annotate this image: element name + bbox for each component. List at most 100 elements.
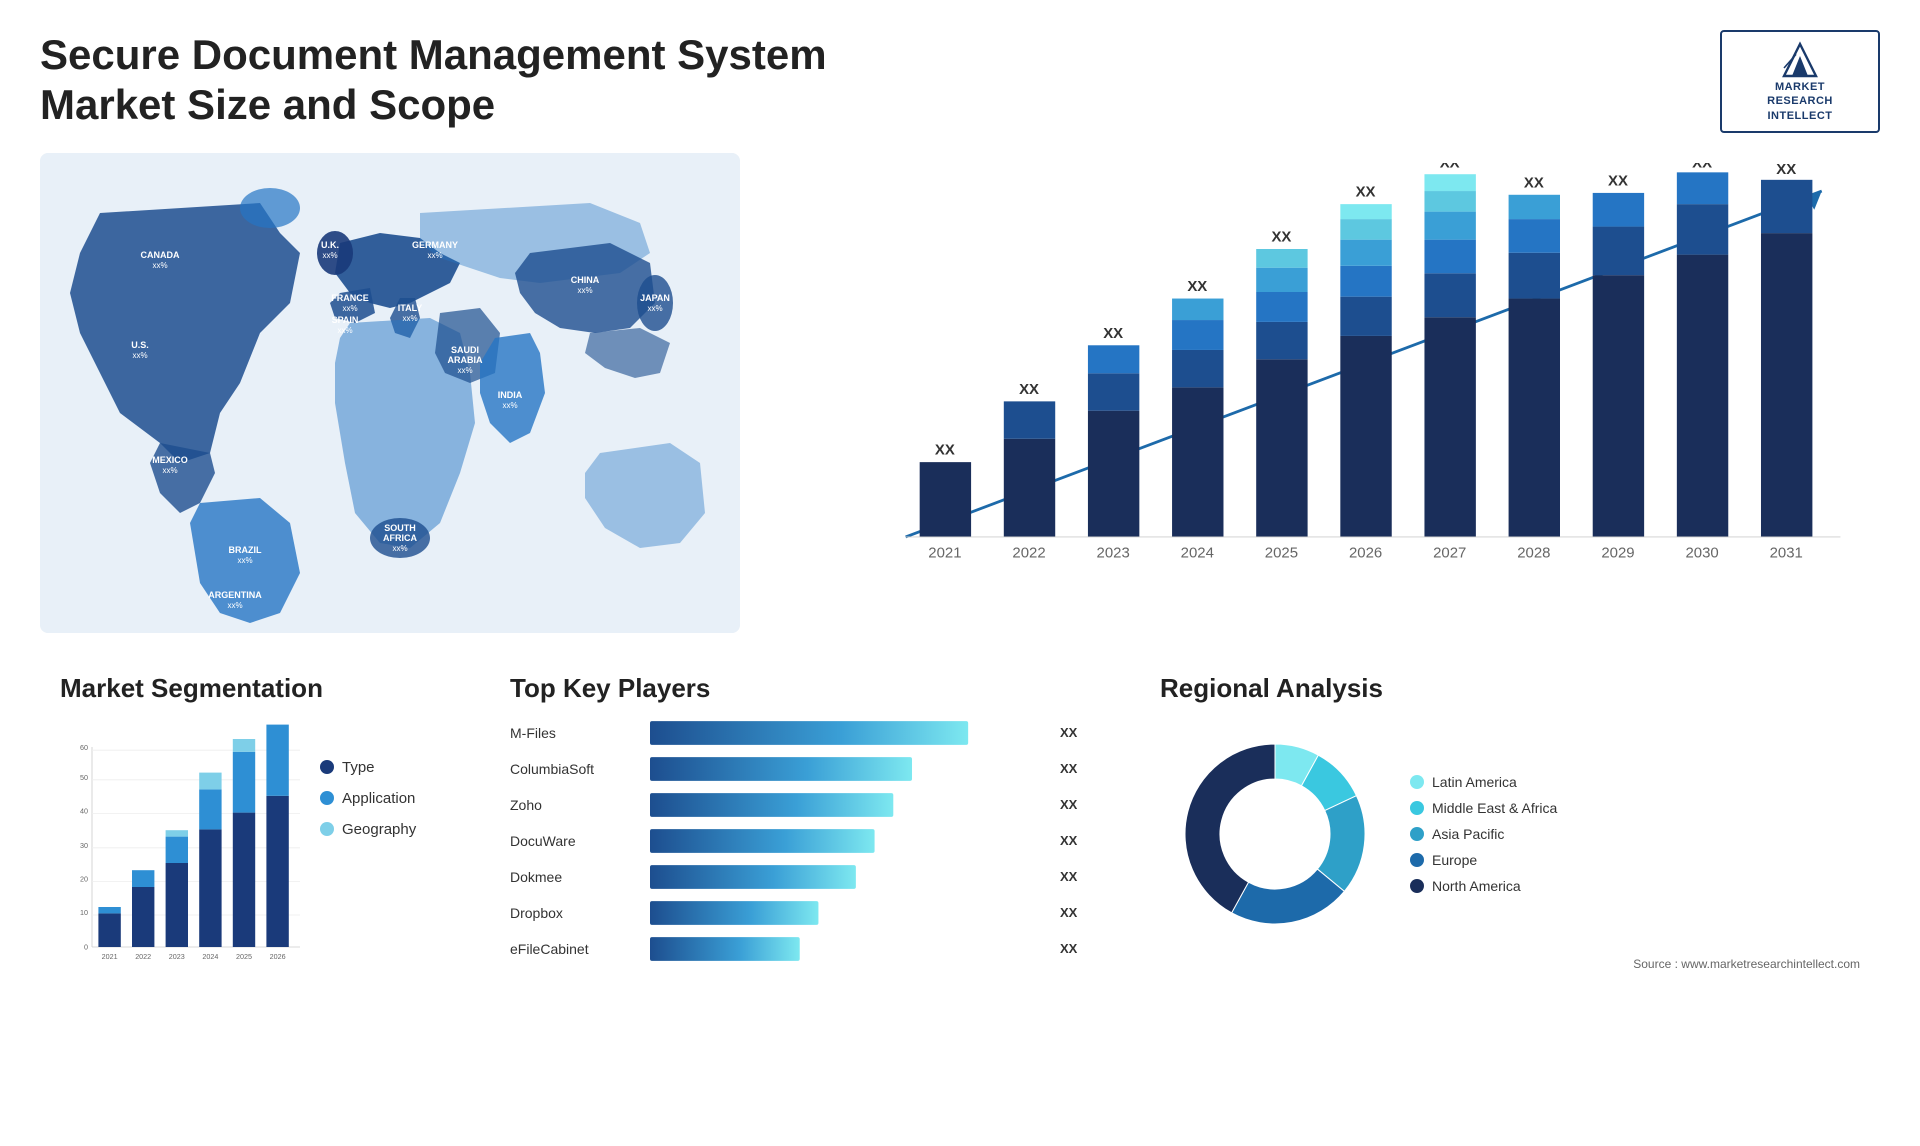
svg-text:xx%: xx%	[342, 304, 357, 313]
svg-text:40: 40	[80, 806, 88, 815]
regional-legend: Latin AmericaMiddle East & AfricaAsia Pa…	[1410, 774, 1860, 894]
legend-application: Application	[320, 790, 440, 807]
legend-label-geography: Geography	[342, 821, 416, 838]
source-text: Source : www.marketresearchintellect.com	[1160, 957, 1860, 971]
svg-text:xx%: xx%	[227, 601, 242, 610]
donut-chart	[1160, 719, 1390, 949]
logo: MARKET RESEARCH INTELLECT	[1720, 30, 1880, 133]
svg-text:2022: 2022	[1012, 544, 1045, 561]
svg-text:XX: XX	[1776, 163, 1796, 178]
svg-text:20: 20	[80, 874, 88, 883]
svg-text:XX: XX	[1608, 172, 1628, 189]
regional-legend-label: Latin America	[1432, 774, 1517, 790]
regional-legend-item: Europe	[1410, 852, 1860, 868]
legend-geography: Geography	[320, 821, 440, 838]
regional-legend-item: Latin America	[1410, 774, 1860, 790]
logo-icon	[1775, 40, 1825, 80]
page: Secure Document Management System Market…	[0, 0, 1920, 1146]
svg-text:XX: XX	[1103, 325, 1123, 342]
svg-text:30: 30	[80, 841, 88, 850]
svg-text:10: 10	[80, 908, 88, 917]
regional-analysis: Regional Analysis Latin AmericaMiddle Ea…	[1140, 663, 1880, 1083]
player-name: ColumbiaSoft	[510, 761, 640, 777]
svg-text:2026: 2026	[1349, 544, 1382, 561]
player-row: eFileCabinet XX	[510, 935, 1090, 963]
player-row: ColumbiaSoft XX	[510, 755, 1090, 783]
market-bar-chart: XX XX XX XX	[770, 153, 1880, 633]
player-bar-svg	[650, 863, 1044, 891]
market-segmentation: Market Segmentation 0 10 20 30 40 50	[40, 663, 460, 1083]
player-name: Dokmee	[510, 869, 640, 885]
svg-text:2030: 2030	[1685, 544, 1718, 561]
svg-text:xx%: xx%	[502, 401, 517, 410]
donut-svg	[1160, 719, 1390, 949]
svg-text:XX: XX	[1356, 184, 1376, 201]
regional-legend-dot	[1410, 801, 1424, 815]
svg-text:U.K.: U.K.	[321, 240, 339, 250]
seg-svg: 0 10 20 30 40 50 60	[60, 719, 300, 999]
svg-text:XX: XX	[1524, 174, 1544, 191]
svg-text:xx%: xx%	[457, 366, 472, 375]
seg-legend: Type Application Geography	[320, 719, 440, 838]
legend-dot-type	[320, 760, 334, 774]
players-list: M-Files XXColumbiaSoft XXZoho XXDocuWare…	[510, 719, 1090, 963]
legend-dot-application	[320, 791, 334, 805]
player-value: XX	[1060, 725, 1090, 740]
svg-text:2031: 2031	[1770, 544, 1803, 561]
donut-segment	[1232, 869, 1345, 924]
svg-text:2021: 2021	[102, 952, 118, 961]
svg-text:xx%: xx%	[162, 466, 177, 475]
svg-text:XX: XX	[1271, 228, 1291, 245]
svg-text:SOUTH: SOUTH	[384, 523, 416, 533]
regional-legend-label: Middle East & Africa	[1432, 800, 1557, 816]
regional-legend-dot	[1410, 879, 1424, 893]
svg-text:xx%: xx%	[647, 304, 662, 313]
player-bar-wrap	[650, 755, 1044, 783]
player-name: M-Files	[510, 725, 640, 741]
player-bar-wrap	[650, 827, 1044, 855]
segmentation-title: Market Segmentation	[60, 673, 440, 704]
svg-text:xx%: xx%	[577, 286, 592, 295]
regional-legend-item: Middle East & Africa	[1410, 800, 1860, 816]
legend-dot-geography	[320, 822, 334, 836]
player-bar-wrap	[650, 719, 1044, 747]
svg-text:CANADA: CANADA	[141, 250, 180, 260]
svg-text:2023: 2023	[169, 952, 185, 961]
svg-text:0: 0	[84, 942, 88, 951]
svg-text:GERMANY: GERMANY	[412, 240, 458, 250]
player-name: eFileCabinet	[510, 941, 640, 957]
svg-text:2026: 2026	[270, 952, 286, 961]
player-bar-wrap	[650, 863, 1044, 891]
regional-chart-wrap: Latin AmericaMiddle East & AfricaAsia Pa…	[1160, 719, 1860, 949]
player-name: Dropbox	[510, 905, 640, 921]
player-bar-svg	[650, 719, 1044, 747]
svg-text:2024: 2024	[202, 952, 218, 961]
player-bar-svg	[650, 827, 1044, 855]
map-svg: CANADA xx% U.S. xx% MEXICO xx% BRAZIL xx…	[40, 153, 740, 633]
svg-text:XX: XX	[1692, 163, 1712, 172]
player-bar-svg	[650, 899, 1044, 927]
header: Secure Document Management System Market…	[40, 30, 1880, 133]
svg-text:2025: 2025	[236, 952, 252, 961]
player-row: DocuWare XX	[510, 827, 1090, 855]
svg-text:ARABIA: ARABIA	[448, 355, 483, 365]
player-bar-svg	[650, 935, 1044, 963]
player-value: XX	[1060, 761, 1090, 776]
regional-legend-dot	[1410, 827, 1424, 841]
regional-legend-item: North America	[1410, 878, 1860, 894]
seg-svg-wrap: 0 10 20 30 40 50 60	[60, 719, 300, 1004]
legend-label-application: Application	[342, 790, 415, 807]
player-value: XX	[1060, 905, 1090, 920]
player-value: XX	[1060, 869, 1090, 884]
svg-text:MEXICO: MEXICO	[152, 455, 188, 465]
legend-type: Type	[320, 759, 440, 776]
player-name: Zoho	[510, 797, 640, 813]
svg-text:U.S.: U.S.	[131, 340, 149, 350]
players-title: Top Key Players	[510, 673, 1090, 704]
bottom-section: Market Segmentation 0 10 20 30 40 50	[40, 663, 1880, 1083]
svg-text:xx%: xx%	[392, 544, 407, 553]
svg-text:AFRICA: AFRICA	[383, 533, 417, 543]
player-row: Zoho XX	[510, 791, 1090, 819]
svg-text:2023: 2023	[1097, 544, 1130, 561]
svg-text:XX: XX	[1187, 278, 1207, 295]
